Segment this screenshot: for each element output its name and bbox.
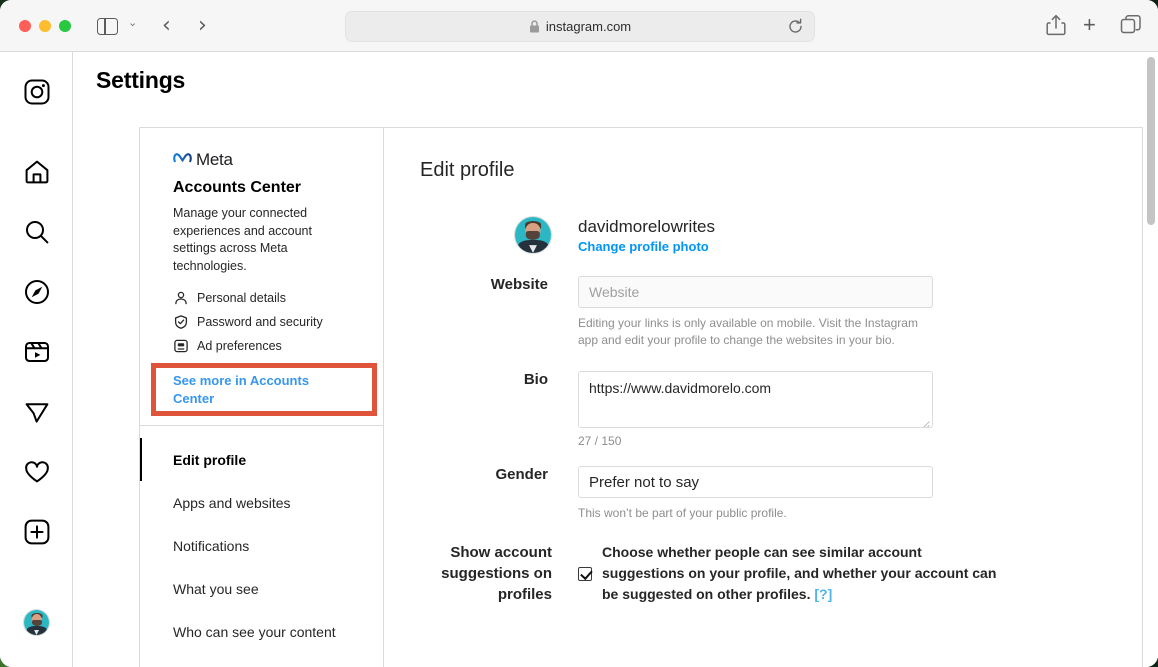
bio-field-group: https://www.davidmorelo.com 27 / 150 xyxy=(578,371,1142,448)
browser-window: ⌄ ‹ › instagram.com + Settings Meta Acco… xyxy=(0,0,1158,667)
search-icon[interactable] xyxy=(22,217,52,247)
messages-paper-plane-icon[interactable] xyxy=(22,397,52,427)
page-title: Settings xyxy=(96,67,186,93)
settings-sidebar: Meta Accounts Center Manage your connect… xyxy=(140,128,384,667)
see-more-accounts-center-wrapper: See more in Accounts Center xyxy=(140,363,383,418)
share-icon[interactable] xyxy=(1046,14,1066,41)
profile-avatar-large[interactable] xyxy=(514,216,552,254)
bio-value: https://www.davidmorelo.com xyxy=(589,380,772,396)
account-suggestions-field: Choose whether people can see similar ac… xyxy=(578,542,1142,605)
accounts-center-title: Accounts Center xyxy=(173,179,302,196)
shield-check-icon xyxy=(173,315,188,330)
settings-menu-item-edit-profile[interactable]: Edit profile xyxy=(140,438,383,481)
instagram-nav-rail xyxy=(0,52,73,667)
account-suggestions-text: Choose whether people can see similar ac… xyxy=(602,544,997,602)
accounts-center-link-ad-preferences[interactable]: Ad preferences xyxy=(140,334,383,358)
settings-main-area: Settings Meta Accounts Center Manage you… xyxy=(73,52,1158,667)
settings-menu-list: Edit profile Apps and websites Notificat… xyxy=(140,426,383,667)
edit-profile-form: Edit profile davidmorelowrites Change pr… xyxy=(384,128,1142,667)
accounts-center-description: Manage your connected experiences and ac… xyxy=(173,206,312,273)
gender-label: Gender xyxy=(495,466,548,483)
avatar-image xyxy=(515,217,551,253)
browser-toolbar: ⌄ ‹ › instagram.com + xyxy=(0,0,1158,52)
lock-icon xyxy=(529,20,540,33)
meta-wordmark: Meta xyxy=(196,150,233,169)
profile-photo-row: davidmorelowrites Change profile photo xyxy=(384,216,1142,254)
account-suggestions-description: Choose whether people can see similar ac… xyxy=(602,542,1002,605)
meta-brand-row: Meta xyxy=(140,150,383,170)
avatar-image xyxy=(24,610,49,635)
meta-infinity-logo-icon xyxy=(173,151,192,170)
gender-value: Prefer not to say xyxy=(589,473,700,491)
gender-input[interactable]: Prefer not to say xyxy=(578,466,933,498)
account-suggestions-row: Show account suggestions on profiles Cho… xyxy=(384,542,1142,605)
settings-menu-item-apps-and-websites[interactable]: Apps and websites xyxy=(140,481,383,524)
reload-icon[interactable] xyxy=(787,18,804,40)
gender-help-text: This won’t be part of your public profil… xyxy=(578,506,787,520)
website-label: Website xyxy=(490,276,548,293)
home-icon[interactable] xyxy=(22,157,52,187)
accounts-center-link-label: Password and security xyxy=(197,315,323,329)
website-row: Website Editing your links is only avail… xyxy=(384,276,1142,349)
gender-row: Gender Prefer not to say This won’t be p… xyxy=(384,466,1142,522)
window-traffic-lights xyxy=(19,20,71,32)
accounts-center-link-label: Ad preferences xyxy=(197,339,282,353)
bio-textarea[interactable]: https://www.davidmorelo.com xyxy=(578,371,933,428)
page-content: Settings Meta Accounts Center Manage you… xyxy=(0,52,1158,667)
chevron-down-icon[interactable]: ⌄ xyxy=(128,18,137,29)
help-link-icon[interactable]: [?] xyxy=(814,586,832,602)
notifications-heart-icon[interactable] xyxy=(22,457,52,487)
instagram-logo-icon[interactable] xyxy=(22,77,52,107)
accounts-center-link-label: Personal details xyxy=(197,291,286,305)
sidebar-toggle-icon[interactable] xyxy=(97,16,119,36)
see-more-accounts-center-link[interactable]: See more in Accounts Center xyxy=(173,372,333,408)
reels-icon[interactable] xyxy=(22,337,52,367)
settings-menu-item-notifications[interactable]: Notifications xyxy=(140,524,383,567)
website-input[interactable] xyxy=(578,276,933,308)
settings-menu-item-label: Notifications xyxy=(173,537,250,554)
address-bar[interactable]: instagram.com xyxy=(345,11,815,42)
minimize-window-button[interactable] xyxy=(39,20,51,32)
forward-button[interactable]: › xyxy=(198,14,207,38)
scrollbar-thumb[interactable] xyxy=(1147,57,1155,225)
settings-menu-item-label: Edit profile xyxy=(173,451,247,468)
ad-preferences-icon xyxy=(173,339,188,354)
settings-menu-item-label: Who can see your content xyxy=(173,623,336,640)
scrollbar-track[interactable] xyxy=(1143,52,1158,667)
explore-compass-icon[interactable] xyxy=(22,277,52,307)
profile-identity: davidmorelowrites Change profile photo xyxy=(578,217,715,254)
back-button[interactable]: ‹ xyxy=(162,14,171,38)
settings-menu-item-who-can-see-your-content[interactable]: Who can see your content xyxy=(140,610,383,653)
person-icon xyxy=(173,291,188,306)
close-window-button[interactable] xyxy=(19,20,31,32)
settings-menu-item-label: Apps and websites xyxy=(173,494,291,511)
address-bar-url: instagram.com xyxy=(545,19,632,34)
username-text: davidmorelowrites xyxy=(578,216,715,236)
edit-profile-heading: Edit profile xyxy=(420,159,515,181)
profile-photo-cell xyxy=(384,216,578,254)
tab-overview-icon[interactable] xyxy=(1120,14,1142,41)
bio-label: Bio xyxy=(523,371,548,388)
settings-menu-item-what-you-see[interactable]: What you see xyxy=(140,567,383,610)
account-suggestions-checkbox[interactable] xyxy=(578,566,592,581)
create-plus-icon[interactable] xyxy=(22,517,52,547)
website-field-group: Editing your links is only available on … xyxy=(578,276,1142,349)
settings-menu-item-label: What you see xyxy=(173,580,259,597)
maximize-window-button[interactable] xyxy=(59,20,71,32)
bio-row: Bio https://www.davidmorelo.com 27 / 150 xyxy=(384,371,1142,448)
settings-card: Meta Accounts Center Manage your connect… xyxy=(139,127,1143,667)
change-profile-photo-link[interactable]: Change profile photo xyxy=(578,239,715,254)
resize-handle-icon[interactable] xyxy=(921,416,930,427)
new-tab-icon[interactable]: + xyxy=(1083,14,1096,36)
accounts-center-link-password-security[interactable]: Password and security xyxy=(140,310,383,334)
website-help-text: Editing your links is only available on … xyxy=(578,316,918,347)
settings-menu-item-how-others-can-interact[interactable]: How others can interact with xyxy=(140,653,383,667)
accounts-center-link-personal-details[interactable]: Personal details xyxy=(140,286,383,310)
profile-avatar[interactable] xyxy=(23,609,50,636)
gender-field-group: Prefer not to say This won’t be part of … xyxy=(578,466,1142,522)
account-suggestions-label: Show account suggestions on profiles xyxy=(441,544,552,603)
bio-character-counter: 27 / 150 xyxy=(578,434,622,448)
